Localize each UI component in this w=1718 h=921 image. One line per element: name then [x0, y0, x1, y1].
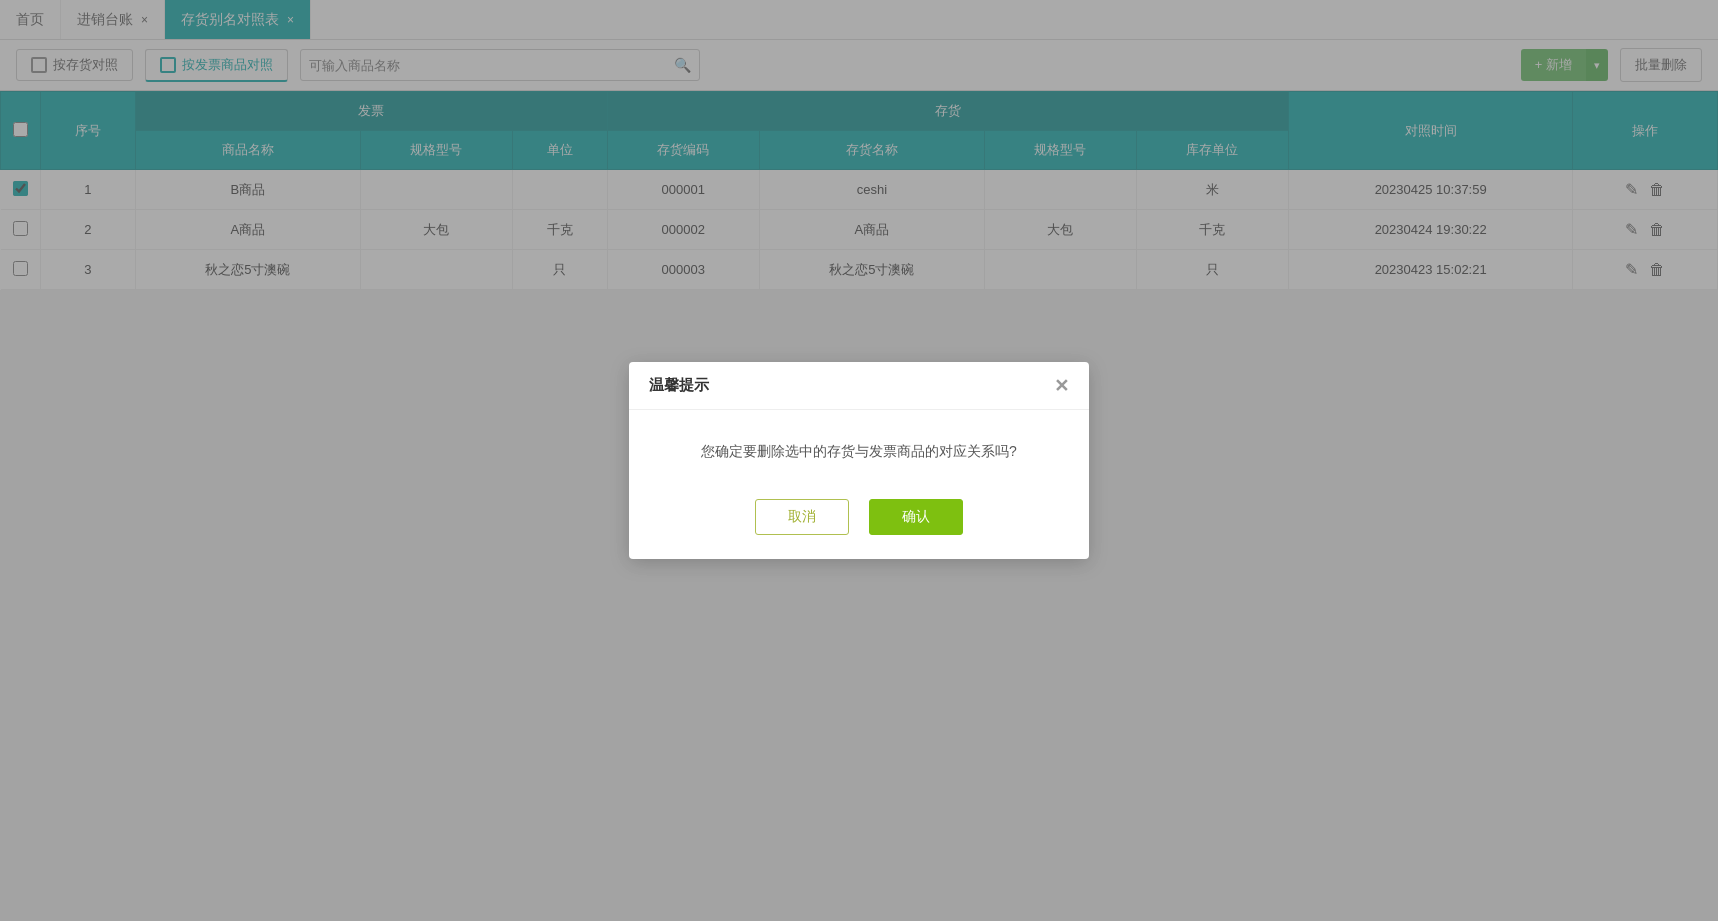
overlay: 温馨提示 ✕ 您确定要删除选中的存货与发票商品的对应关系吗? 取消 确认 [0, 0, 1718, 290]
